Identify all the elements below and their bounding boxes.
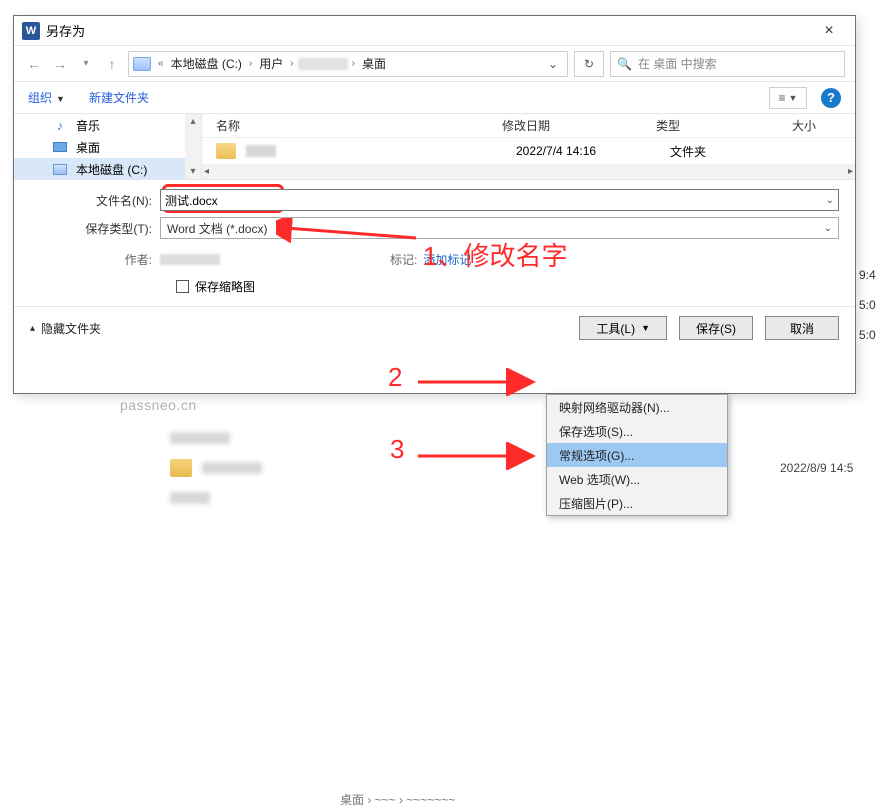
chevron-up-icon: ▴ bbox=[30, 323, 35, 334]
cancel-button[interactable]: 取消 bbox=[765, 316, 839, 340]
search-input[interactable]: 🔍 在 桌面 中搜索 bbox=[610, 51, 845, 77]
search-placeholder: 在 桌面 中搜索 bbox=[638, 55, 717, 72]
chevron-down-icon[interactable]: ⌄ bbox=[826, 195, 834, 206]
drive-icon bbox=[133, 57, 151, 71]
sidebar-item-local-disk-c[interactable]: 本地磁盘 (C:) bbox=[14, 158, 201, 179]
forward-button[interactable]: → bbox=[50, 54, 70, 74]
metadata-row: 作者: 标记: 添加标记 bbox=[30, 246, 839, 272]
breadcrumb[interactable]: « 本地磁盘 (C:) › 用户 › › 桌面 ⌄ bbox=[128, 51, 568, 77]
folder-icon bbox=[216, 143, 236, 159]
filename-row: 文件名(N): ⌄ bbox=[30, 186, 839, 214]
column-modified[interactable]: 修改日期 bbox=[502, 117, 656, 134]
refresh-button[interactable]: ↻ bbox=[574, 51, 604, 77]
scroll-up-icon[interactable]: ▴ bbox=[190, 116, 195, 127]
music-icon: ♪ bbox=[52, 118, 68, 133]
search-icon: 🔍 bbox=[617, 57, 632, 71]
filetype-label: 保存类型(T): bbox=[30, 220, 160, 237]
menu-map-network-drive[interactable]: 映射网络驱动器(N)... bbox=[547, 395, 727, 419]
toolbar: 组织▼ 新建文件夹 ≡▼ ? bbox=[14, 82, 855, 114]
menu-save-options[interactable]: 保存选项(S)... bbox=[547, 419, 727, 443]
scroll-right-icon[interactable]: ▸ bbox=[848, 166, 853, 177]
filetype-row: 保存类型(T): Word 文档 (*.docx) ⌄ bbox=[30, 214, 839, 242]
organize-button[interactable]: 组织▼ bbox=[28, 89, 65, 106]
file-row[interactable]: 2022/7/4 14:16 文件夹 bbox=[202, 138, 855, 164]
crumb-desktop[interactable]: 桌面 bbox=[359, 55, 389, 72]
column-name[interactable]: 名称 bbox=[202, 117, 502, 134]
menu-web-options[interactable]: Web 选项(W)... bbox=[547, 467, 727, 491]
column-size[interactable]: 大小 bbox=[792, 117, 836, 134]
split-view: ♪ 音乐 桌面 本地磁盘 (C:) ▴ ▾ 名称 修改日期 类型 大小 bbox=[14, 114, 855, 180]
new-folder-button[interactable]: 新建文件夹 bbox=[89, 89, 149, 106]
sidebar-scrollbar[interactable]: ▴ ▾ bbox=[185, 114, 201, 179]
file-date: 2022/7/4 14:16 bbox=[516, 144, 596, 158]
crumb-users[interactable]: 用户 bbox=[256, 55, 286, 72]
crumb-user-hidden bbox=[298, 58, 348, 70]
sidebar-item-music[interactable]: ♪ 音乐 bbox=[14, 114, 201, 136]
drive-icon bbox=[52, 164, 68, 175]
help-button[interactable]: ? bbox=[821, 88, 841, 108]
crumb-drive[interactable]: 本地磁盘 (C:) bbox=[168, 55, 245, 72]
sidebar-item-desktop[interactable]: 桌面 bbox=[14, 136, 201, 158]
author-value-hidden bbox=[160, 254, 220, 265]
view-mode-button[interactable]: ≡▼ bbox=[769, 87, 807, 109]
close-button[interactable]: × bbox=[809, 17, 849, 45]
save-as-dialog: W 另存为 × ← → ▾ ↑ « 本地磁盘 (C:) › 用户 › › 桌面 … bbox=[13, 15, 856, 394]
author-label: 作者: bbox=[30, 251, 160, 268]
menu-general-options[interactable]: 常规选项(G)... bbox=[547, 443, 727, 467]
word-icon: W bbox=[22, 22, 40, 40]
file-type: 文件夹 bbox=[670, 143, 706, 160]
chevron-down-icon[interactable]: ⌄ bbox=[824, 223, 832, 234]
desktop-icon bbox=[52, 142, 68, 152]
tag-label: 标记: bbox=[390, 251, 423, 268]
save-thumbnail-checkbox[interactable] bbox=[176, 280, 189, 293]
add-tag-link[interactable]: 添加标记 bbox=[423, 251, 471, 268]
column-type[interactable]: 类型 bbox=[656, 117, 792, 134]
tools-dropdown-menu: 映射网络驱动器(N)... 保存选项(S)... 常规选项(G)... Web … bbox=[546, 394, 728, 516]
sidebar: ♪ 音乐 桌面 本地磁盘 (C:) ▴ ▾ bbox=[14, 114, 202, 179]
navbar: ← → ▾ ↑ « 本地磁盘 (C:) › 用户 › › 桌面 ⌄ ↻ 🔍 在 … bbox=[14, 46, 855, 82]
recent-button[interactable]: ▾ bbox=[76, 54, 96, 74]
save-thumbnail-label: 保存缩略图 bbox=[195, 278, 255, 295]
scroll-down-icon[interactable]: ▾ bbox=[190, 166, 195, 177]
form-section: 文件名(N): ⌄ 保存类型(T): Word 文档 (*.docx) ⌄ 作者… bbox=[14, 180, 855, 307]
file-list-header: 名称 修改日期 类型 大小 bbox=[202, 114, 855, 138]
bottom-bar: ▴ 隐藏文件夹 工具(L)▼ 保存(S) 取消 bbox=[14, 307, 855, 349]
scroll-left-icon[interactable]: ◂ bbox=[204, 166, 209, 177]
background-file-list: 桌面 › ~~~ › ~~~~~~~ 2022/8/9 14:5 bbox=[170, 395, 870, 513]
filetype-select[interactable]: Word 文档 (*.docx) ⌄ bbox=[160, 217, 839, 239]
tools-button[interactable]: 工具(L)▼ bbox=[579, 316, 667, 340]
chevron-down-icon[interactable]: ⌄ bbox=[543, 57, 563, 71]
titlebar: W 另存为 × bbox=[14, 16, 855, 46]
up-button[interactable]: ↑ bbox=[102, 54, 122, 74]
file-list: 名称 修改日期 类型 大小 2022/7/4 14:16 文件夹 ◂ ▸ bbox=[202, 114, 855, 179]
filename-input[interactable]: ⌄ bbox=[160, 189, 839, 211]
save-button[interactable]: 保存(S) bbox=[679, 316, 753, 340]
file-scrollbar[interactable]: ◂ ▸ bbox=[202, 164, 855, 179]
menu-compress-pictures[interactable]: 压缩图片(P)... bbox=[547, 491, 727, 515]
back-button[interactable]: ← bbox=[24, 54, 44, 74]
dialog-title: 另存为 bbox=[46, 21, 85, 40]
hide-folders-toggle[interactable]: ▴ 隐藏文件夹 bbox=[30, 320, 101, 337]
file-name-hidden bbox=[246, 145, 276, 157]
thumbnail-row: 保存缩略图 bbox=[30, 272, 839, 300]
filename-label: 文件名(N): bbox=[30, 192, 160, 209]
filename-field[interactable] bbox=[165, 193, 826, 207]
